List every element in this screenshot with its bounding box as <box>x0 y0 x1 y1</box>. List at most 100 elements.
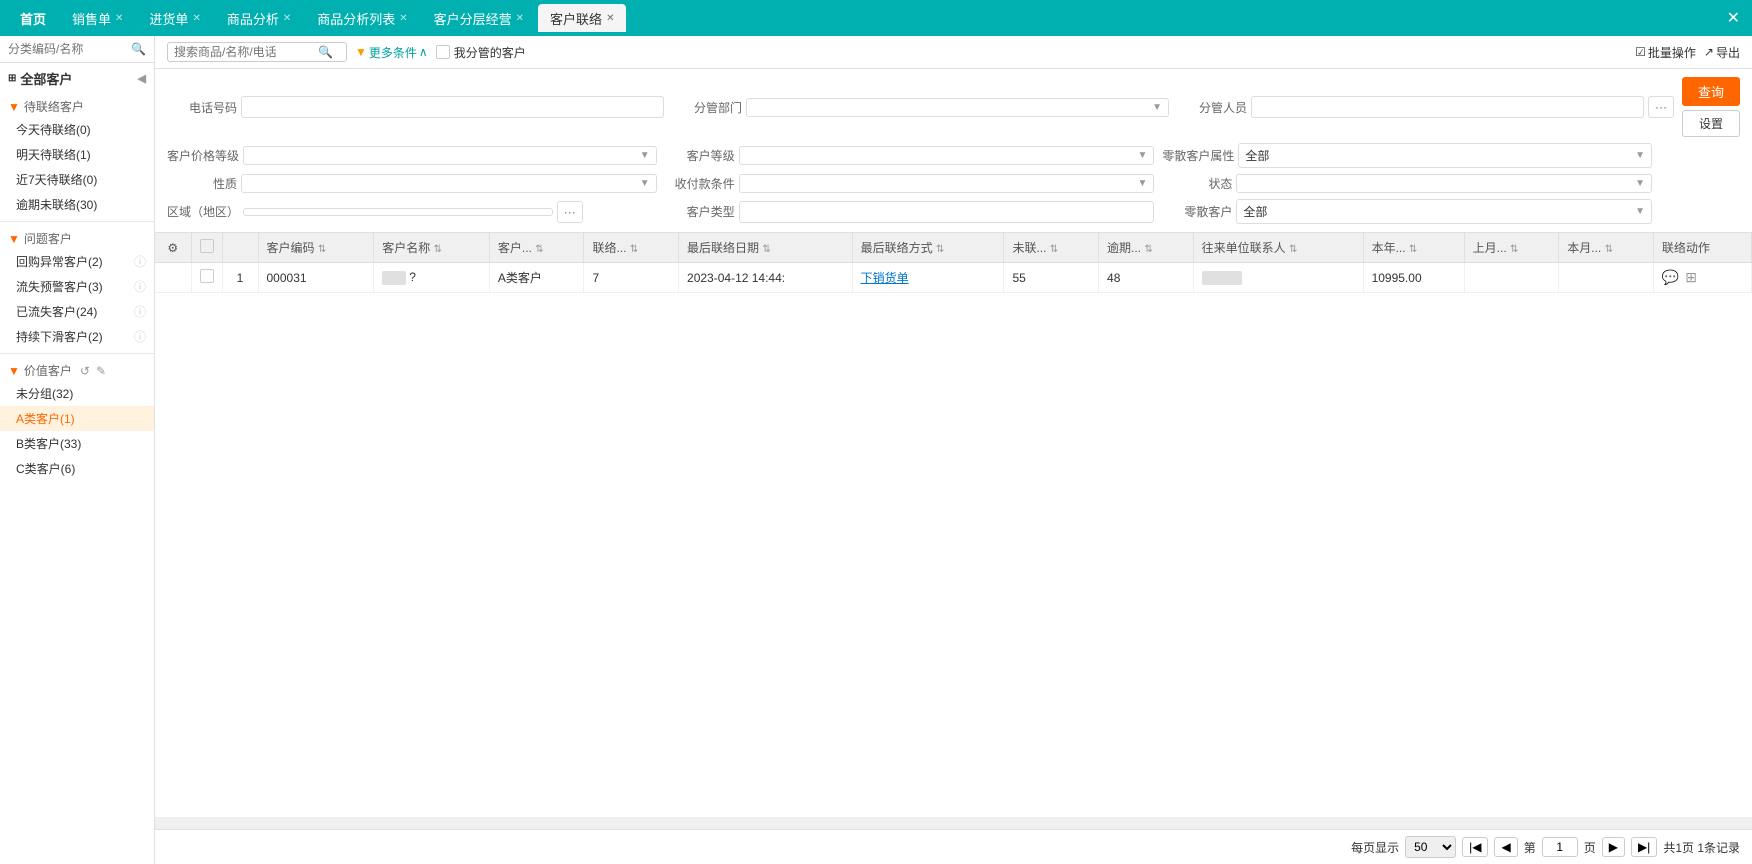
next-page-button[interactable]: ▶ <box>1602 837 1625 857</box>
row-settings[interactable] <box>155 263 191 293</box>
status-select[interactable]: ▼ <box>1236 174 1652 193</box>
nav-tab-home[interactable]: 首页 <box>8 4 58 32</box>
filter-field-payment: 收付款条件 ▼ <box>665 174 1155 193</box>
manager-input[interactable] <box>1251 96 1644 118</box>
col-not-contacted[interactable]: 未联... ⇅ <box>1004 233 1099 263</box>
nav-tab-product-analysis[interactable]: 商品分析 ✕ <box>215 4 303 32</box>
close-all-button[interactable]: ✕ <box>1723 4 1744 32</box>
last-page-button[interactable]: ▶| <box>1631 837 1657 857</box>
problem-customers-label[interactable]: ▼ 问题客户 <box>0 226 154 249</box>
action-link-icon[interactable]: ⊞ <box>1685 269 1697 286</box>
col-last-month[interactable]: 上月... ⇅ <box>1464 233 1559 263</box>
nav-tab-close-purchase[interactable]: ✕ <box>192 13 200 24</box>
sidebar-item-b-class[interactable]: B类客户(33) <box>0 431 154 456</box>
query-button[interactable]: 查询 <box>1682 77 1740 106</box>
filter-field-manager: 分管人员 ··· <box>1177 96 1674 118</box>
retail-label: 零散客户 <box>1162 203 1232 220</box>
filter-row-3: 性质 ▼ 收付款条件 ▼ 状态 <box>167 174 1740 193</box>
sidebar-item-declining[interactable]: 持续下滑客户(2) ⓘ <box>0 324 154 349</box>
chevron-up-icon: ∧ <box>419 45 428 59</box>
customer-type-input[interactable] <box>739 201 1155 223</box>
row-type: A类客户 <box>489 263 584 293</box>
row-last-contact-method[interactable]: 下销货单 <box>852 263 1004 293</box>
value-customers-label[interactable]: ▼ 价值客户 ↺ ✎ <box>0 358 154 381</box>
col-last-contact-date[interactable]: 最后联络日期 ⇅ <box>679 233 853 263</box>
pending-contact-label[interactable]: ▼ 待联络客户 <box>0 94 154 117</box>
filter-field-price-level: 客户价格等级 ▼ <box>167 146 657 165</box>
prev-page-button[interactable]: ◀ <box>1494 837 1517 857</box>
price-level-select[interactable]: ▼ <box>243 146 657 165</box>
first-page-button[interactable]: |◀ <box>1462 837 1488 857</box>
sidebar-search-icon[interactable]: 🔍 <box>131 42 146 56</box>
horizontal-scrollbar[interactable] <box>155 817 1752 829</box>
my-customers-check[interactable] <box>436 45 450 59</box>
nav-tab-close-customer-contact[interactable]: ✕ <box>606 13 614 24</box>
phone-input[interactable] <box>241 96 664 118</box>
row-code[interactable]: 000031 <box>258 263 374 293</box>
sidebar-item-overdue[interactable]: 逾期未联络(30) <box>0 192 154 217</box>
region-dots-button[interactable]: ··· <box>557 201 583 223</box>
per-page-select[interactable]: 50 100 200 <box>1405 836 1456 858</box>
filter-search-icon[interactable]: 🔍 <box>318 45 333 59</box>
nav-tab-customer-tier[interactable]: 客户分层经营 ✕ <box>422 4 536 32</box>
nav-tab-purchase[interactable]: 进货单 ✕ <box>137 4 212 32</box>
all-customers-header[interactable]: ⊞ 全部客户 ◀ <box>0 63 154 94</box>
checkbox-icon: ☑ <box>1635 45 1646 59</box>
sidebar-item-c-class[interactable]: C类客户(6) <box>0 456 154 481</box>
nav-tab-close-customer-tier[interactable]: ✕ <box>516 13 524 24</box>
col-name[interactable]: 客户名称 ⇅ <box>374 233 490 263</box>
col-last-contact-method[interactable]: 最后联络方式 ⇅ <box>852 233 1004 263</box>
action-comment-icon[interactable]: 💬 <box>1662 269 1679 286</box>
my-customers-checkbox[interactable]: 我分管的客户 <box>436 44 526 61</box>
department-select[interactable]: ▼ <box>746 98 1169 117</box>
sidebar: 🔍 ⊞ 全部客户 ◀ ▼ 待联络客户 今天待联络(0) 明天待联络(1) 近7天… <box>0 36 155 864</box>
sidebar-item-ungrouped[interactable]: 未分组(32) <box>0 381 154 406</box>
nav-tab-close-product-analysis[interactable]: ✕ <box>283 13 291 24</box>
collapse-sidebar-icon[interactable]: ◀ <box>138 72 146 85</box>
customer-level-select[interactable]: ▼ <box>739 146 1155 165</box>
data-table: ⚙ 客户编码 ⇅ 客户名称 ⇅ 客户... ⇅ 联络... ⇅ 最后联络日期 ⇅… <box>155 233 1752 293</box>
retail-select[interactable]: 全部 ▼ <box>1236 199 1652 224</box>
nav-tab-close-sales[interactable]: ✕ <box>115 13 123 24</box>
sidebar-item-today-pending[interactable]: 今天待联络(0) <box>0 117 154 142</box>
export-button[interactable]: ↗ 导出 <box>1704 44 1740 61</box>
manager-dots-button[interactable]: ··· <box>1648 96 1674 118</box>
edit-icon[interactable]: ✎ <box>96 364 106 378</box>
col-unit-contact[interactable]: 往来单位联系人 ⇅ <box>1193 233 1363 263</box>
sidebar-search-input[interactable] <box>8 42 127 56</box>
nav-tab-sales[interactable]: 销售单 ✕ <box>60 4 135 32</box>
col-contact[interactable]: 联络... ⇅ <box>584 233 679 263</box>
page-number-input[interactable] <box>1542 837 1578 857</box>
sidebar-item-churn-warning[interactable]: 流失预警客户(3) ⓘ <box>0 274 154 299</box>
row-name[interactable]: ? <box>374 263 490 293</box>
col-this-year[interactable]: 本年... ⇅ <box>1363 233 1464 263</box>
col-settings[interactable]: ⚙ <box>155 233 191 263</box>
filter-search-input[interactable] <box>174 45 314 59</box>
nav-tab-product-analysis-list[interactable]: 商品分析列表 ✕ <box>305 4 419 32</box>
col-type[interactable]: 客户... ⇅ <box>489 233 584 263</box>
retail-attr-label: 零散客户属性 <box>1162 147 1234 164</box>
filter-search-box: 🔍 <box>167 42 347 62</box>
sidebar-item-churned[interactable]: 已流失客户(24) ⓘ <box>0 299 154 324</box>
sidebar-item-week-pending[interactable]: 近7天待联络(0) <box>0 167 154 192</box>
sidebar-item-a-class[interactable]: A类客户(1) <box>0 406 154 431</box>
region-select[interactable] <box>243 208 553 216</box>
sidebar-item-repurchase-abnormal[interactable]: 回购异常客户(2) ⓘ <box>0 249 154 274</box>
batch-op-button[interactable]: ☑ 批量操作 <box>1635 44 1696 61</box>
col-this-month[interactable]: 本月... ⇅ <box>1559 233 1654 263</box>
nature-select[interactable]: ▼ <box>241 174 657 193</box>
refresh-icon[interactable]: ↺ <box>80 364 90 378</box>
settings-button[interactable]: 设置 <box>1682 110 1740 137</box>
payment-select[interactable]: ▼ <box>739 174 1155 193</box>
sidebar-item-tomorrow-pending[interactable]: 明天待联络(1) <box>0 142 154 167</box>
col-check[interactable] <box>191 233 222 263</box>
chevron-down-icon-3: ▼ <box>1137 150 1147 161</box>
col-code[interactable]: 客户编码 ⇅ <box>258 233 374 263</box>
nav-tab-customer-contact[interactable]: 客户联络 ✕ <box>538 4 626 32</box>
retail-attr-select[interactable]: 全部 ▼ <box>1238 143 1652 168</box>
nav-tab-close-product-analysis-list[interactable]: ✕ <box>399 13 407 24</box>
col-overdue[interactable]: 逾期... ⇅ <box>1099 233 1194 263</box>
more-filters-button[interactable]: ▼ 更多条件 ∧ <box>355 44 428 61</box>
row-check[interactable] <box>191 263 222 293</box>
region-label: 区域（地区） <box>167 203 239 220</box>
